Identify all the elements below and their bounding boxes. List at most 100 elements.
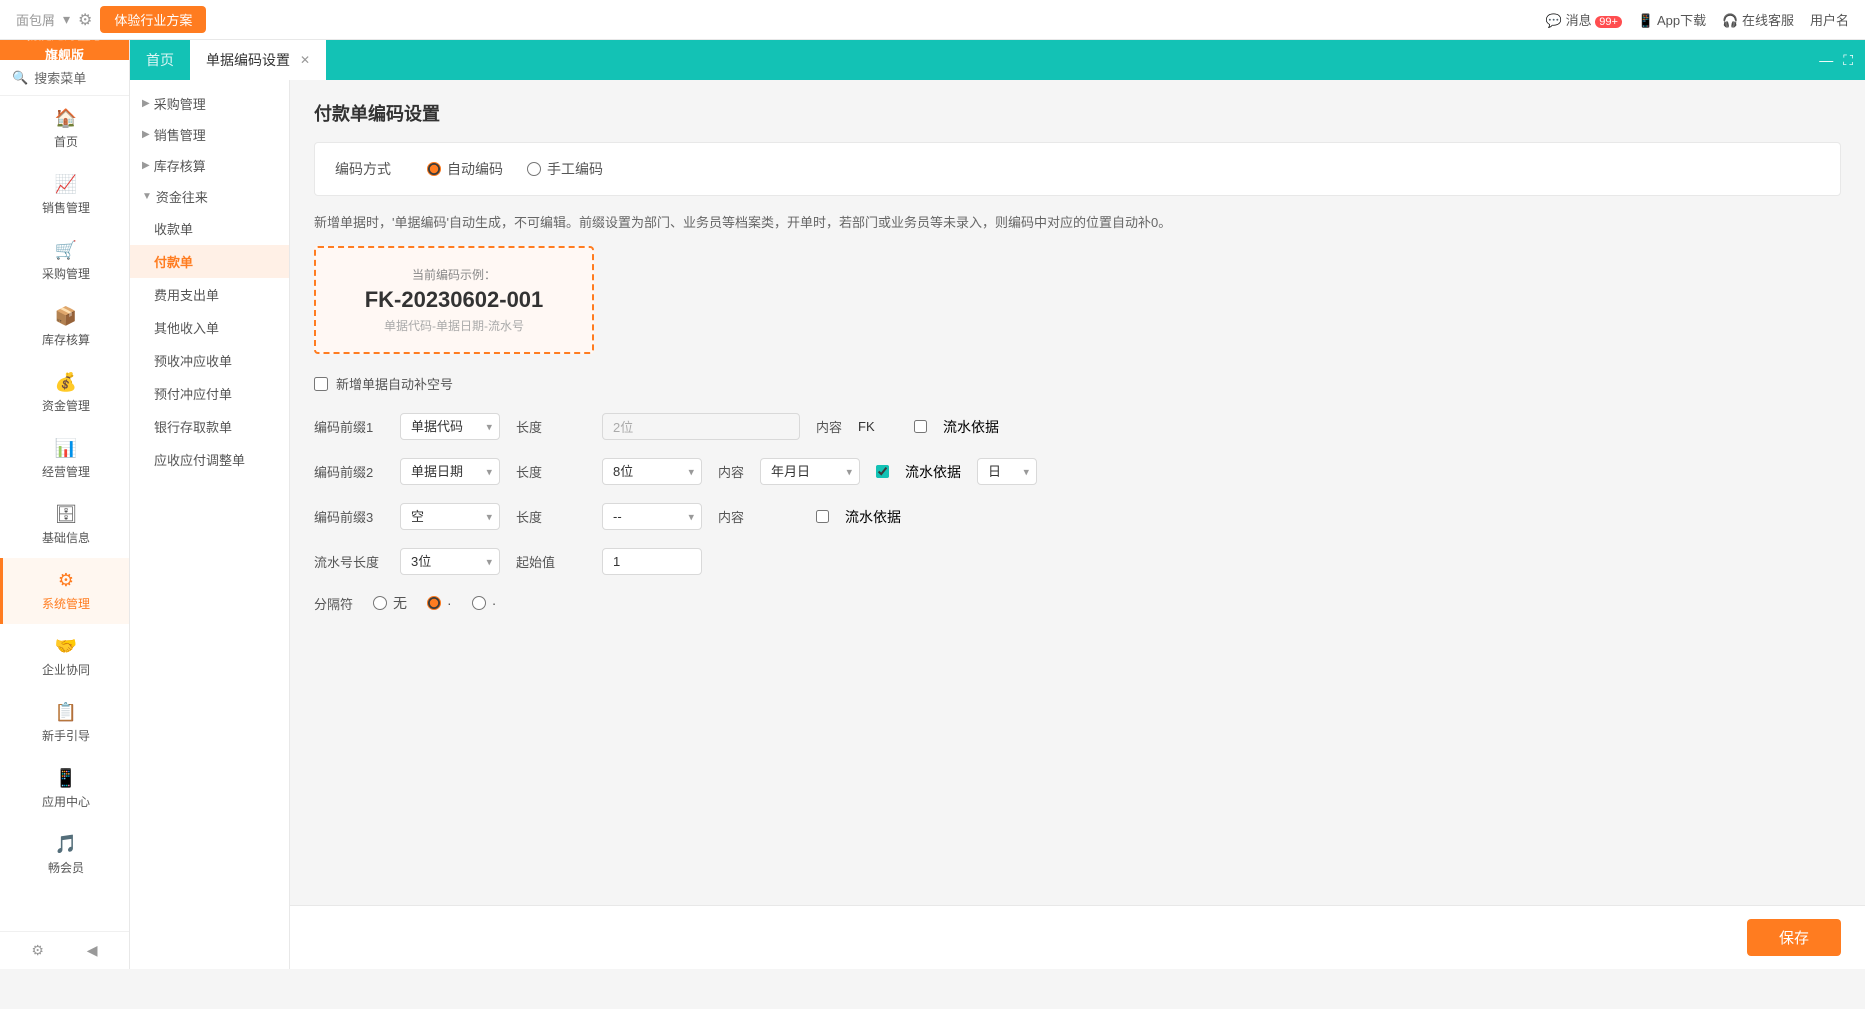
auto-encode-radio[interactable]: 自动编码	[427, 159, 503, 179]
length3-select[interactable]: --	[602, 503, 702, 530]
prefix2-select[interactable]: 单据代码 单据日期 空	[400, 458, 500, 485]
sep-dash-input[interactable]	[472, 596, 486, 610]
chevron-right-stock-icon: ▶	[142, 160, 150, 171]
sep-none-input[interactable]	[373, 596, 387, 610]
sales-icon: 📈	[55, 174, 77, 195]
sub-group-sales[interactable]: ▶ 销售管理	[130, 119, 289, 150]
sub-group-stock[interactable]: ▶ 库存核算	[130, 150, 289, 181]
online-service[interactable]: 🎧 在线客服	[1722, 10, 1794, 29]
chevron-right-sales-icon: ▶	[142, 129, 150, 140]
sidebar-item-home[interactable]: 🏠 首页	[0, 96, 129, 162]
tab-bar-expand[interactable]: ⛶	[1843, 52, 1853, 69]
sub-item-bank[interactable]: 银行存取款单	[130, 410, 289, 443]
sidebar-item-operation[interactable]: 📊 经营管理	[0, 426, 129, 492]
config-row-1: 编码前缀1 单据代码 单据日期 空 长度 内容 FK 流水依据	[314, 413, 1841, 440]
main-panel: 付款单编码设置 编码方式 自动编码 手工编码	[290, 80, 1865, 905]
tab-encoding[interactable]: 单据编码设置 ✕	[190, 40, 326, 80]
preview-label: 当前编码示例：	[346, 266, 562, 283]
sub-item-payment[interactable]: 付款单	[130, 245, 289, 278]
config-row-3: 编码前缀3 单据代码 单据日期 空 长度 -- 内容	[314, 503, 1841, 530]
sep-dash-radio[interactable]: ·	[472, 595, 497, 611]
sub-item-receipt[interactable]: 收款单	[130, 212, 289, 245]
sidebar-item-stock[interactable]: 📦 库存核算	[0, 294, 129, 360]
sub-group-sales-label: 销售管理	[154, 125, 206, 144]
stream3-label: 流水依据	[845, 507, 901, 527]
collapse-icon[interactable]: ◀	[87, 942, 98, 959]
top-bar: 面包屑 ▾ ⚙ 体验行业方案 💬 消息 99+ 📱 App下载 🎧 在线客服 用…	[0, 0, 1865, 40]
stream2-checkbox[interactable]	[876, 465, 889, 478]
sep-dot-radio[interactable]: ·	[427, 595, 452, 611]
serial-length-select[interactable]: 2位 3位 4位	[400, 548, 500, 575]
sidebar-item-system[interactable]: ⚙ 系统管理	[0, 558, 129, 624]
encoding-radio-group: 编码方式 自动编码 手工编码	[335, 159, 1820, 179]
prefix2-label: 编码前缀2	[314, 462, 384, 481]
sub-group-finance[interactable]: ▼ 资金往来	[130, 181, 289, 212]
nav-arrows[interactable]: ▾	[63, 11, 70, 28]
stream2-select[interactable]: 年 月 日	[977, 458, 1037, 485]
start-value-input[interactable]	[602, 548, 702, 575]
sidebar-label-operation: 经营管理	[42, 463, 90, 480]
sidebar-label-member: 畅会员	[48, 859, 84, 876]
sidebar-item-sales[interactable]: 📈 销售管理	[0, 162, 129, 228]
length2-select[interactable]: 6位 8位 10位	[602, 458, 702, 485]
message-icon[interactable]: 💬 消息 99+	[1546, 10, 1622, 29]
home-icon: 🏠	[55, 108, 77, 129]
app-download[interactable]: 📱 App下载	[1638, 10, 1706, 29]
tab-bar-minimize[interactable]: —	[1819, 52, 1833, 68]
sidebar-item-purchase[interactable]: 🛒 采购管理	[0, 228, 129, 294]
serial-length-select-wrapper: 2位 3位 4位	[400, 548, 500, 575]
prefix1-label: 编码前缀1	[314, 417, 384, 436]
sub-group-purchase[interactable]: ▶ 采购管理	[130, 88, 289, 119]
username[interactable]: 用户名	[1810, 10, 1849, 29]
sidebar-item-guide[interactable]: 📋 新手引导	[0, 690, 129, 756]
encoding-method-label: 编码方式	[335, 159, 391, 179]
sub-item-adjustment[interactable]: 应收应付调整单	[130, 443, 289, 476]
settings-bottom-icon[interactable]: ⚙	[31, 942, 44, 959]
separator-label: 分隔符	[314, 594, 353, 613]
save-button[interactable]: 保存	[1747, 919, 1841, 956]
length1-label: 长度	[516, 417, 586, 436]
stream1-checkbox[interactable]	[914, 420, 927, 433]
content2-select[interactable]: 年 年月 年月日	[760, 458, 860, 485]
sidebar-item-member[interactable]: 🎵 畅会员	[0, 822, 129, 888]
auto-encode-input[interactable]	[427, 162, 441, 176]
sep-dot-input[interactable]	[427, 596, 441, 610]
tab-home[interactable]: 首页	[130, 40, 190, 80]
prefix3-label: 编码前缀3	[314, 507, 384, 526]
start-value-label: 起始值	[516, 552, 586, 571]
manual-encode-input[interactable]	[527, 162, 541, 176]
config-row-2: 编码前缀2 单据代码 单据日期 空 长度 6位 8位 10位	[314, 458, 1841, 485]
stock-icon: 📦	[55, 306, 77, 327]
length1-input	[602, 413, 800, 440]
tab-close-icon[interactable]: ✕	[300, 53, 310, 67]
sidebar-search[interactable]: 🔍 搜索菜单	[0, 60, 129, 96]
encoding-method-card: 编码方式 自动编码 手工编码	[314, 142, 1841, 196]
sidebar-item-basic[interactable]: 🗄 基础信息	[0, 492, 129, 558]
content2-prefix: 内容	[718, 462, 744, 481]
stream3-checkbox[interactable]	[816, 510, 829, 523]
sub-item-prepay-pay[interactable]: 预付冲应付单	[130, 377, 289, 410]
settings-icon[interactable]: ⚙	[78, 10, 92, 30]
sep-none-radio[interactable]: 无	[373, 593, 407, 613]
chevron-right-icon: ▶	[142, 98, 150, 109]
sidebar-item-corp[interactable]: 🤝 企业协同	[0, 624, 129, 690]
manual-encode-radio[interactable]: 手工编码	[527, 159, 603, 179]
sub-item-expense[interactable]: 费用支出单	[130, 278, 289, 311]
prefix1-select[interactable]: 单据代码 单据日期 空	[400, 413, 500, 440]
sidebar-item-finance[interactable]: 💰 资金管理	[0, 360, 129, 426]
prefix1-select-wrapper: 单据代码 单据日期 空	[400, 413, 500, 440]
sidebar: 🐅 畅捷通好生意 旗舰版 🔍 搜索菜单 🏠 首页 📈 销售管理 🛒 采购管理 📦…	[0, 0, 130, 969]
preview-box: 当前编码示例： FK-20230602-001 单据代码-单据日期-流水号	[314, 246, 594, 354]
sep-dash-label: ·	[492, 595, 497, 611]
auto-encode-label: 自动编码	[447, 159, 503, 179]
auto-fill-checkbox[interactable]	[314, 377, 328, 391]
prefix3-select[interactable]: 单据代码 单据日期 空	[400, 503, 500, 530]
stream1-label: 流水依据	[943, 417, 999, 437]
experience-btn[interactable]: 体验行业方案	[100, 6, 206, 33]
sub-item-other-income[interactable]: 其他收入单	[130, 311, 289, 344]
sub-item-prepay-recv[interactable]: 预收冲应收单	[130, 344, 289, 377]
sidebar-label-home: 首页	[54, 133, 78, 150]
separator-section: 分隔符 无 · ·	[314, 593, 1841, 613]
page-title: 付款单编码设置	[314, 100, 1841, 126]
sidebar-item-app[interactable]: 📱 应用中心	[0, 756, 129, 822]
